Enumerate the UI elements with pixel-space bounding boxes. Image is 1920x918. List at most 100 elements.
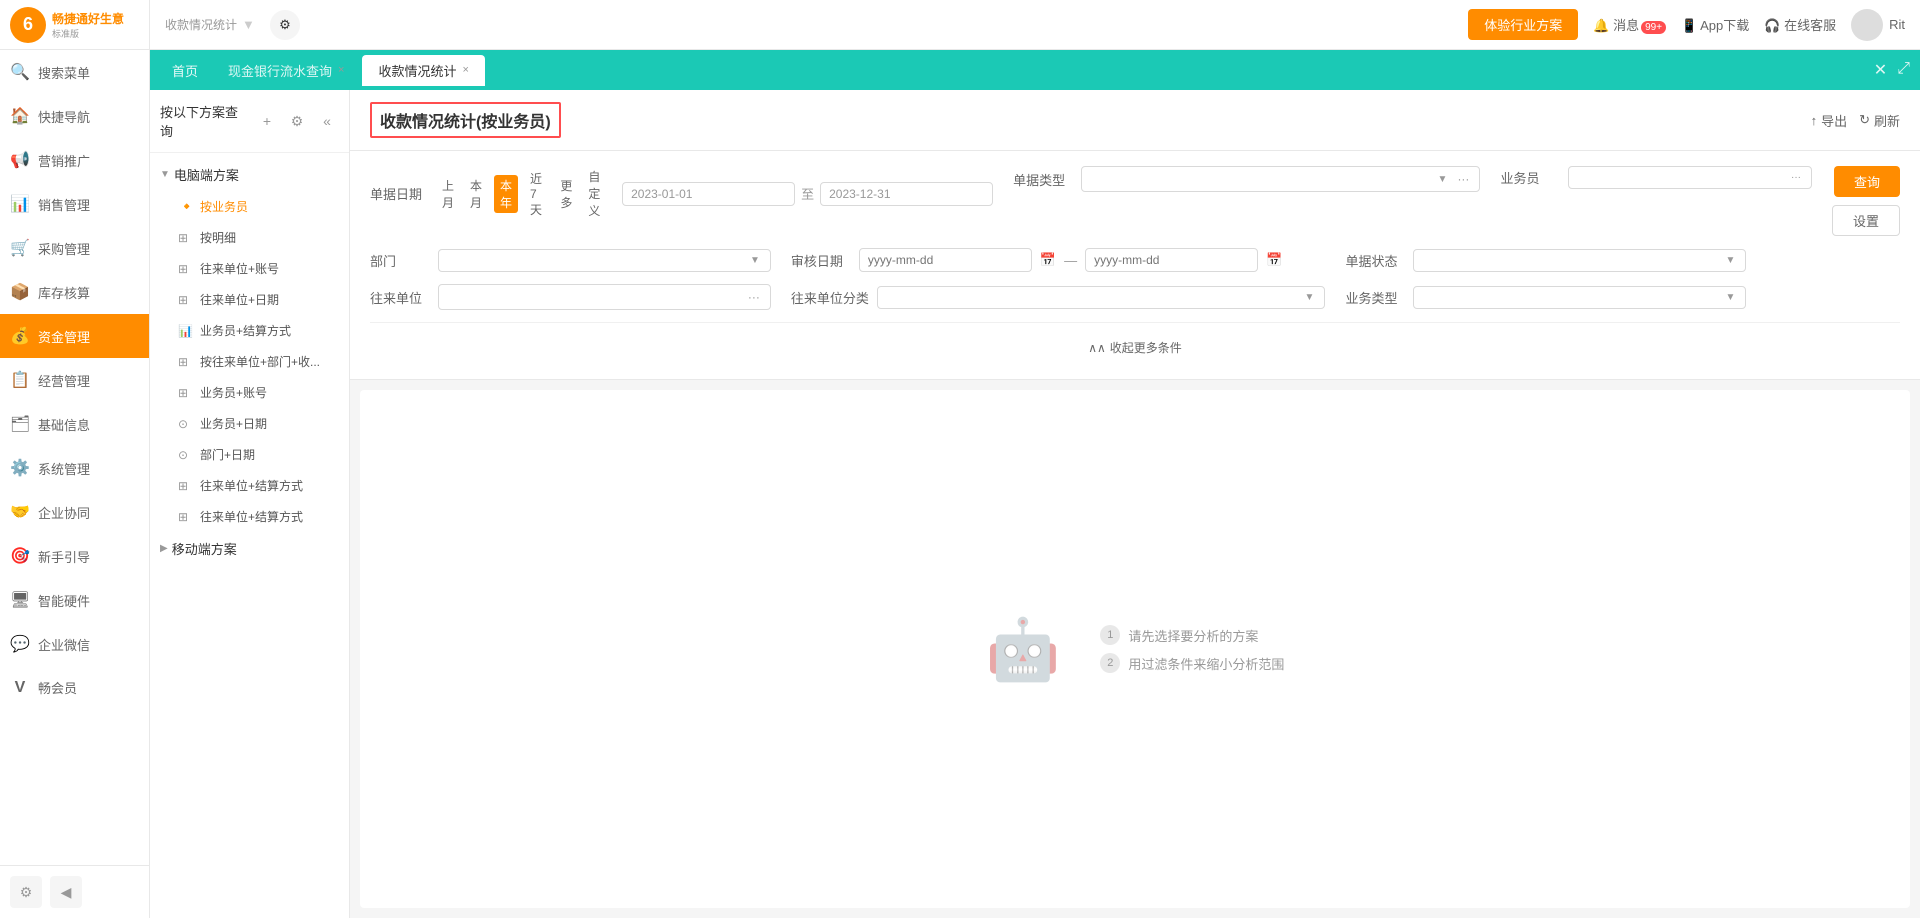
more-dots[interactable]: ···: [1457, 172, 1469, 186]
sidebar-item-sales[interactable]: 📊 销售管理: [0, 182, 149, 226]
calendar-icon-end[interactable]: 📅: [1266, 252, 1282, 268]
dept-dropdown[interactable]: ▼: [438, 249, 771, 272]
biz-type-dropdown[interactable]: ▼: [1413, 286, 1746, 309]
review-date-end-input[interactable]: [1085, 248, 1258, 272]
date-filter-group: 单据日期 上月 本月 本年 近7天 更多 自定义 至: [370, 166, 993, 221]
export-btn[interactable]: ↑ 导出: [1811, 111, 1848, 130]
date-end-input[interactable]: [820, 182, 993, 206]
sidebar-item-hardware[interactable]: 🖥 智能硬件: [0, 578, 149, 622]
review-date-start-input[interactable]: [859, 248, 1032, 272]
salesman-account-icon: ⊞: [178, 386, 194, 400]
tree-item-partner-account[interactable]: ⊞ 往来单位+账号: [150, 253, 349, 284]
sidebar-item-finance[interactable]: 💰 资金管理: [0, 314, 149, 358]
topbar-breadcrumb: 收款情况统计 ▼: [165, 16, 255, 33]
salesman-settlement-icon: 📊: [178, 324, 194, 338]
tree-item-salesman-account[interactable]: ⊞ 业务员+账号: [150, 377, 349, 408]
date-btn-7days[interactable]: 近7天: [526, 168, 548, 220]
app-download-btn[interactable]: 📱 App下载: [1681, 15, 1749, 34]
tree-group-desktop-header[interactable]: ▼ 电脑端方案: [150, 158, 349, 191]
date-btn-more[interactable]: 更多: [556, 175, 576, 213]
filter-row-3: 往来单位 ··· 往来单位分类 ▼ 业务类型: [370, 284, 1900, 310]
home-icon: 🏠: [10, 106, 30, 126]
tab-collection[interactable]: 收款情况统计 ×: [362, 55, 484, 86]
tab-collection-close[interactable]: ×: [462, 64, 468, 76]
add-scheme-btn[interactable]: +: [255, 109, 279, 133]
tree-item-partner-dept-col[interactable]: ⊞ 按往来单位+部门+收...: [150, 346, 349, 377]
tree-item-dept-date[interactable]: ⊙ 部门+日期: [150, 439, 349, 470]
dept-date-icon: ⊙: [178, 448, 194, 462]
salesman-dropdown[interactable]: ···: [1568, 166, 1812, 189]
settings-gear-btn[interactable]: ⚙: [270, 10, 300, 40]
calendar-icon-start[interactable]: 📅: [1040, 252, 1056, 268]
tree-item-by-salesman[interactable]: 🔸 按业务员: [150, 191, 349, 222]
tree-item-salesman-date[interactable]: ⊙ 业务员+日期: [150, 408, 349, 439]
refresh-btn[interactable]: ↻ 刷新: [1859, 111, 1900, 130]
doc-status-filter-group: 单据状态 ▼: [1345, 249, 1746, 272]
date-btn-this-year[interactable]: 本年: [494, 175, 518, 213]
right-panel: 收款情况统计(按业务员) ↑ 导出 ↻ 刷新 单据日期: [350, 90, 1920, 918]
partner-category-dropdown[interactable]: ▼: [877, 286, 1326, 309]
date-btn-this-month[interactable]: 本月: [466, 175, 486, 213]
left-panel: 按以下方案查询 + ⚙ « ▼ 电脑端方案 🔸 按业务员 ⊞: [150, 90, 350, 918]
detail-icon: ⊞: [178, 231, 194, 245]
doc-status-dropdown[interactable]: ▼: [1413, 249, 1746, 272]
doc-type-dropdown[interactable]: ▼ ···: [1081, 166, 1480, 192]
tree-item-partner-settlement1[interactable]: ⊞ 往来单位+结算方式: [150, 470, 349, 501]
salesman-arrow: ···: [1791, 172, 1801, 183]
sidebar-item-operation[interactable]: 📋 经营管理: [0, 358, 149, 402]
tab-home[interactable]: 首页: [160, 55, 210, 86]
tab-maximize-btn[interactable]: ⤢: [1897, 60, 1910, 80]
tab-bank-flow-close[interactable]: ×: [338, 64, 344, 76]
finance-icon: 💰: [10, 326, 30, 346]
collapse-filter-btn[interactable]: ∧∧ 收起更多条件: [370, 331, 1900, 364]
search-icon: 🔍: [10, 62, 30, 82]
sidebar-item-system[interactable]: ⚙️ 系统管理: [0, 446, 149, 490]
date-btn-last-month[interactable]: 上月: [438, 175, 458, 213]
sidebar-collapse-btn[interactable]: ◀: [50, 876, 82, 908]
sidebar-item-inventory[interactable]: 📦 库存核算: [0, 270, 149, 314]
sidebar-item-basic[interactable]: 🗂 基础信息: [0, 402, 149, 446]
partner-dropdown[interactable]: ···: [438, 284, 771, 310]
setting-scheme-btn[interactable]: ⚙: [285, 109, 309, 133]
date-btn-custom[interactable]: 自定义: [584, 166, 609, 221]
tree-group-mobile-header[interactable]: ▶ 移动端方案: [150, 532, 349, 565]
partner-cat-arrow: ▼: [1305, 292, 1315, 303]
sidebar-item-quick-nav[interactable]: 🏠 快捷导航: [0, 94, 149, 138]
dept-label: 部门: [370, 251, 430, 270]
sidebar-item-wechat[interactable]: 💬 企业微信: [0, 622, 149, 666]
sidebar-item-purchase[interactable]: 🛒 采购管理: [0, 226, 149, 270]
tab-bank-flow[interactable]: 现金银行流水查询 ×: [212, 55, 360, 86]
guide-icon: 🎯: [10, 546, 30, 566]
empty-step-1: 1 请先选择要分析的方案: [1100, 625, 1284, 645]
message-btn[interactable]: 🔔 消息99+: [1593, 15, 1666, 34]
page-header: 收款情况统计(按业务员) ↑ 导出 ↻ 刷新: [350, 90, 1920, 151]
collapse-panel-btn[interactable]: «: [315, 109, 339, 133]
online-service-btn[interactable]: 🎧 在线客服: [1764, 15, 1836, 34]
sidebar-item-search[interactable]: 🔍 搜索菜单: [0, 50, 149, 94]
hardware-icon: 🖥: [10, 590, 30, 610]
sidebar-item-guide[interactable]: 🎯 新手引导: [0, 534, 149, 578]
sidebar-item-member[interactable]: V 畅会员: [0, 666, 149, 709]
tab-close-all-btn[interactable]: ✕: [1874, 60, 1887, 80]
setting-btn[interactable]: 设置: [1832, 205, 1900, 236]
sidebar-settings-btn[interactable]: ⚙: [10, 876, 42, 908]
tree-item-by-detail[interactable]: ⊞ 按明细: [150, 222, 349, 253]
collapse-icon: ∧∧: [1088, 341, 1106, 355]
sidebar-footer: ⚙ ◀: [0, 865, 149, 918]
date-start-input[interactable]: [622, 182, 795, 206]
tabs-bar: 首页 现金银行流水查询 × 收款情况统计 × ✕ ⤢: [150, 50, 1920, 90]
sidebar-item-corp[interactable]: 🤝 企业协同: [0, 490, 149, 534]
member-icon: V: [10, 679, 30, 697]
left-panel-title: 按以下方案查询: [160, 102, 249, 140]
trial-btn[interactable]: 体验行业方案: [1468, 9, 1578, 40]
tree-item-partner-settlement2[interactable]: ⊞ 往来单位+结算方式: [150, 501, 349, 532]
wechat-icon: 💬: [10, 634, 30, 654]
tree-item-partner-date[interactable]: ⊞ 往来单位+日期: [150, 284, 349, 315]
query-btn[interactable]: 查询: [1834, 166, 1900, 197]
partner-more-dots[interactable]: ···: [748, 290, 760, 304]
sidebar-item-marketing[interactable]: 📢 营销推广: [0, 138, 149, 182]
tree-item-salesman-settlement[interactable]: 📊 业务员+结算方式: [150, 315, 349, 346]
doc-status-arrow: ▼: [1725, 255, 1735, 266]
left-panel-header: 按以下方案查询 + ⚙ «: [150, 90, 349, 153]
date-range: 至: [622, 182, 993, 206]
